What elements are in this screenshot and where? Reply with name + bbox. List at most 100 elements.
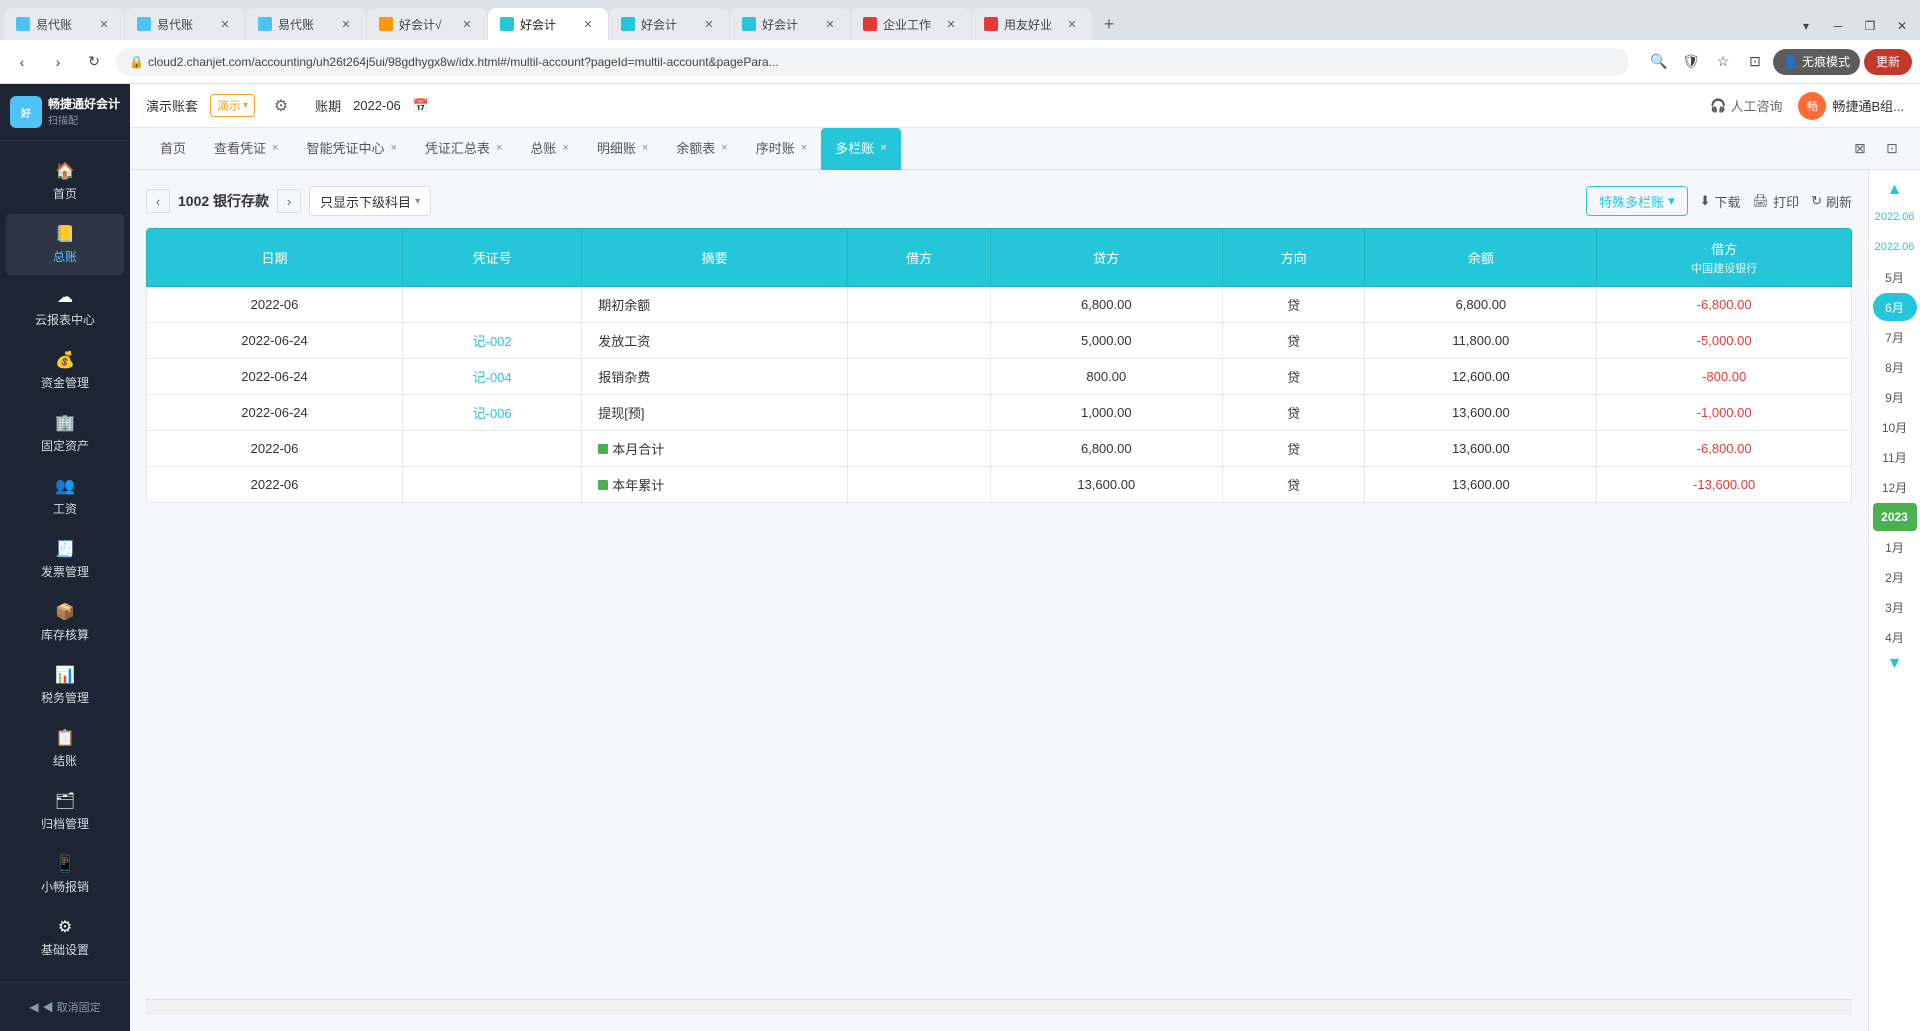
cell-debit bbox=[848, 287, 991, 323]
tab-chrono-ledger-close[interactable]: × bbox=[801, 142, 807, 154]
month-item-oct[interactable]: 10月 bbox=[1873, 413, 1917, 441]
sidebar-item-cloud-report[interactable]: ☁ 云报表中心 bbox=[6, 277, 124, 338]
download-button[interactable]: ⬇ 下载 bbox=[1700, 192, 1741, 211]
month-item-dec[interactable]: 12月 bbox=[1873, 473, 1917, 501]
tab-balance-close[interactable]: × bbox=[721, 142, 727, 154]
cell-credit: 800.00 bbox=[990, 359, 1222, 395]
tab-smart-voucher-close[interactable]: × bbox=[390, 142, 396, 154]
tab-view-voucher[interactable]: 查看凭证 × bbox=[200, 128, 292, 170]
tab-close-3[interactable]: ✕ bbox=[338, 16, 354, 32]
tab-view-voucher-close[interactable]: × bbox=[272, 142, 278, 154]
tab-haokuaiji-6[interactable]: 好会计 ✕ bbox=[609, 8, 729, 40]
month-nav-up[interactable]: ▲ bbox=[1883, 178, 1907, 202]
sidebar-item-inventory[interactable]: 📦 库存核算 bbox=[6, 592, 124, 653]
user-profile[interactable]: 畅 畅捷通B组... bbox=[1798, 92, 1904, 120]
reload-button[interactable]: ↻ bbox=[80, 48, 108, 76]
tab-close-9[interactable]: ✕ bbox=[1064, 16, 1080, 32]
voucher-link[interactable]: 记-006 bbox=[473, 406, 512, 421]
sidebar-item-expense[interactable]: 📱 小畅报销 bbox=[6, 844, 124, 905]
tab-close-7[interactable]: ✕ bbox=[822, 16, 838, 32]
tab-multi-column-close[interactable]: × bbox=[880, 142, 886, 154]
month-item-apr[interactable]: 4月 bbox=[1873, 623, 1917, 651]
special-multi-button[interactable]: 特殊多栏账 ▾ bbox=[1586, 186, 1688, 216]
month-item-aug[interactable]: 8月 bbox=[1873, 353, 1917, 381]
tab-close-4[interactable]: ✕ bbox=[459, 16, 475, 32]
tab-smart-voucher[interactable]: 智能凭证中心 × bbox=[292, 128, 410, 170]
url-input[interactable]: 🔒 cloud2.chanjet.com/accounting/uh26t264… bbox=[116, 48, 1629, 76]
tab-haokuaiji-active[interactable]: 好会计 ✕ bbox=[488, 8, 608, 40]
update-button[interactable]: 更新 bbox=[1864, 49, 1912, 75]
tab-yonyou[interactable]: 用友好业 ✕ bbox=[972, 8, 1092, 40]
tab-haokuaiji-7[interactable]: 好会计 ✕ bbox=[730, 8, 850, 40]
horizontal-scrollbar[interactable] bbox=[146, 999, 1852, 1015]
tab-close-5[interactable]: ✕ bbox=[580, 16, 596, 32]
tab-balance[interactable]: 余额表 × bbox=[662, 128, 741, 170]
demo-tag[interactable]: 演示 ▾ bbox=[210, 94, 255, 117]
month-item-sep[interactable]: 9月 bbox=[1873, 383, 1917, 411]
tab-general-ledger[interactable]: 总账 × bbox=[516, 128, 582, 170]
tab-close-1[interactable]: ✕ bbox=[96, 16, 112, 32]
tab-multi-column[interactable]: 多栏账 × bbox=[821, 128, 900, 170]
account-next-button[interactable]: › bbox=[277, 189, 301, 213]
sidebar-item-settings[interactable]: ⚙ 基础设置 bbox=[6, 907, 124, 968]
month-item-mar[interactable]: 3月 bbox=[1873, 593, 1917, 621]
tab-home[interactable]: 首页 bbox=[146, 128, 200, 170]
sidebar-item-fixed-asset[interactable]: 🏢 固定资产 bbox=[6, 403, 124, 464]
tab-close-8[interactable]: ✕ bbox=[943, 16, 959, 32]
refresh-button[interactable]: ↻ 刷新 bbox=[1811, 192, 1852, 211]
month-item-nov[interactable]: 11月 bbox=[1873, 443, 1917, 471]
new-tab-button[interactable]: + bbox=[1093, 8, 1125, 40]
tab-voucher-summary[interactable]: 凭证汇总表 × bbox=[411, 128, 516, 170]
sidebar-item-guide[interactable]: 📖 新手引导 bbox=[6, 970, 124, 982]
tab-list-button[interactable]: ▾ bbox=[1792, 12, 1820, 40]
tab-close-6[interactable]: ✕ bbox=[701, 16, 717, 32]
voucher-link[interactable]: 记-002 bbox=[473, 334, 512, 349]
collapse-icon[interactable]: ⊠ bbox=[1848, 137, 1872, 161]
month-item-may[interactable]: 5月 bbox=[1873, 263, 1917, 291]
print-button[interactable]: 🖨 打印 bbox=[1753, 192, 1800, 211]
month-item-jan[interactable]: 1月 bbox=[1873, 533, 1917, 561]
tab-voucher-summary-close[interactable]: × bbox=[496, 142, 502, 154]
forward-button[interactable]: › bbox=[44, 48, 72, 76]
settings-gear-button[interactable]: ⚙ bbox=[267, 92, 295, 120]
minimize-button[interactable]: ─ bbox=[1824, 12, 1852, 40]
month-item-feb[interactable]: 2月 bbox=[1873, 563, 1917, 591]
tab-yidaizhang-3[interactable]: 易代账 ✕ bbox=[246, 8, 366, 40]
tab-general-ledger-close[interactable]: × bbox=[562, 142, 568, 154]
sidebar-item-invoice[interactable]: 🧾 发票管理 bbox=[6, 529, 124, 590]
calendar-icon[interactable]: 📅 bbox=[413, 98, 429, 114]
month-item-jul[interactable]: 7月 bbox=[1873, 323, 1917, 351]
search-icon[interactable]: 🔍 bbox=[1645, 48, 1673, 76]
no-trace-button[interactable]: 👤 无痕模式 bbox=[1773, 49, 1860, 75]
tab-chrono-ledger[interactable]: 序时账 × bbox=[742, 128, 821, 170]
sub-filter-dropdown[interactable]: 只显示下级科目 ▾ bbox=[309, 186, 431, 216]
back-button[interactable]: ‹ bbox=[8, 48, 36, 76]
tab-haokuaiji-check[interactable]: 好会计√ ✕ bbox=[367, 8, 487, 40]
voucher-link[interactable]: 记-004 bbox=[473, 370, 512, 385]
star-icon[interactable]: ☆ bbox=[1709, 48, 1737, 76]
close-window-button[interactable]: ✕ bbox=[1888, 12, 1916, 40]
account-prev-button[interactable]: ‹ bbox=[146, 189, 170, 213]
tab-detail-ledger[interactable]: 明细账 × bbox=[583, 128, 662, 170]
sidebar-item-home[interactable]: 🏠 首页 bbox=[6, 151, 124, 212]
sidebar-pin-button[interactable]: ◀ ◀ 取消固定 bbox=[0, 991, 130, 1023]
tab-enterprise[interactable]: 企业工作 ✕ bbox=[851, 8, 971, 40]
tab-detail-ledger-close[interactable]: × bbox=[642, 142, 648, 154]
sidebar-item-archive[interactable]: 🗂 归档管理 bbox=[6, 781, 124, 842]
month-item-jun[interactable]: 6月 bbox=[1873, 293, 1917, 321]
shield-icon[interactable]: 🛡 bbox=[1677, 48, 1705, 76]
consult-button[interactable]: 🎧 人工咨询 bbox=[1710, 96, 1782, 115]
sidebar-item-ledger[interactable]: 📒 总账 bbox=[6, 214, 124, 275]
sidebar-item-salary[interactable]: 👥 工资 bbox=[6, 466, 124, 527]
expand-icon[interactable]: ⊡ bbox=[1880, 137, 1904, 161]
sidebar-item-fund[interactable]: 💰 资金管理 bbox=[6, 340, 124, 401]
sidebar-item-close[interactable]: 📋 结账 bbox=[6, 718, 124, 779]
tab-close-2[interactable]: ✕ bbox=[217, 16, 233, 32]
cell-credit: 6,800.00 bbox=[990, 287, 1222, 323]
tab-yidaizhang-2[interactable]: 易代账 ✕ bbox=[125, 8, 245, 40]
tab-yidaizhang-1[interactable]: 易代账 ✕ bbox=[4, 8, 124, 40]
restore-button[interactable]: ❐ bbox=[1856, 12, 1884, 40]
sidebar-item-tax[interactable]: 📊 税务管理 bbox=[6, 655, 124, 716]
month-nav-down[interactable]: ▼ bbox=[1883, 652, 1907, 676]
sidebar-toggle[interactable]: ⊡ bbox=[1741, 48, 1769, 76]
